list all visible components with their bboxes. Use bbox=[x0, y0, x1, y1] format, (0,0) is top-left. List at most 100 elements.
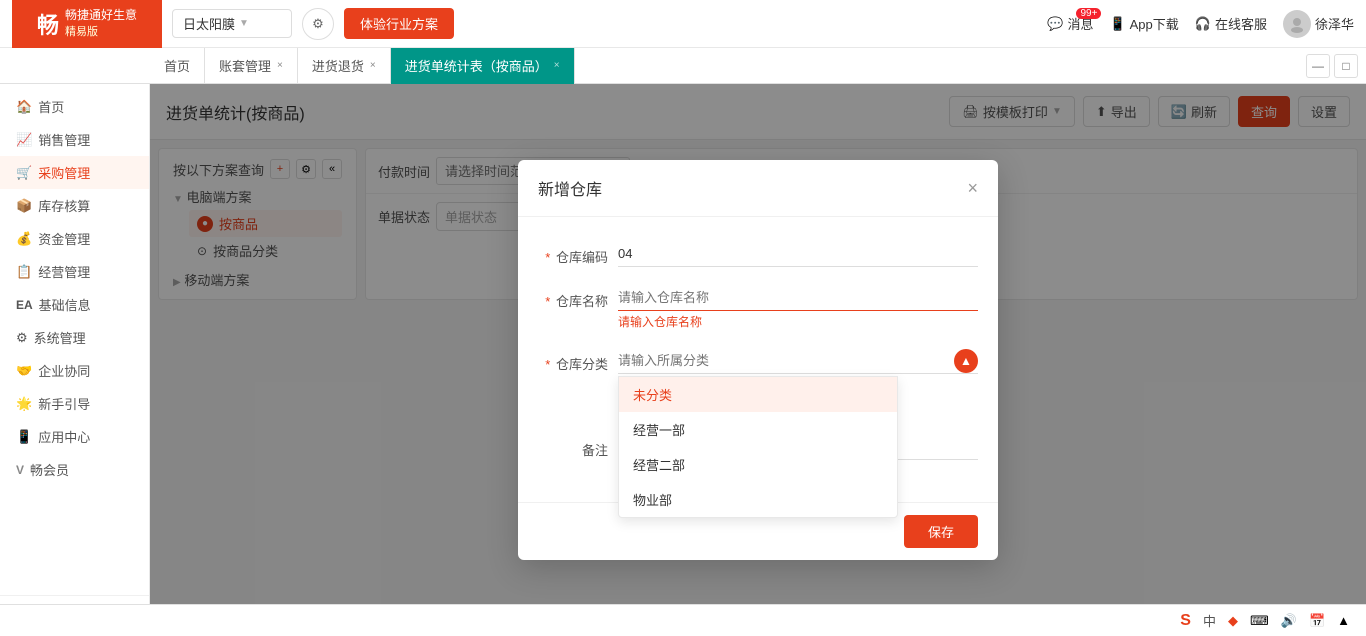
app-download-button[interactable]: 📱 App下载 bbox=[1109, 14, 1178, 33]
required-mark-3: * bbox=[545, 357, 550, 372]
sidebar-item-operations[interactable]: 📋 经营管理 bbox=[0, 255, 149, 288]
form-row-category: * 仓库分类 ▲ 未分类 经营 bbox=[538, 348, 978, 374]
message-icon: 💬 bbox=[1047, 16, 1063, 32]
category-select-wrapper: ▲ 未分类 经营一部 经营二部 物业部 bbox=[618, 348, 978, 374]
category-dropdown: 未分类 经营一部 经营二部 物业部 bbox=[618, 376, 898, 518]
message-badge: 99+ bbox=[1076, 8, 1101, 19]
sidebar-item-system[interactable]: ⚙ 系统管理 bbox=[0, 321, 149, 354]
tab-accounts-close[interactable]: × bbox=[277, 60, 283, 71]
tab-stats-close[interactable]: × bbox=[554, 60, 560, 71]
ea-icon: EA bbox=[16, 298, 33, 312]
purchase-icon: 🛒 bbox=[16, 165, 32, 181]
name-error-msg: 请输入仓库名称 bbox=[618, 313, 978, 330]
diamond-icon: ◆ bbox=[1228, 613, 1238, 629]
phone-icon: 📱 bbox=[1109, 16, 1125, 32]
gear-icon: ⚙ bbox=[312, 16, 324, 32]
brand-s-icon: S bbox=[1180, 612, 1191, 630]
top-bar: 畅 畅捷通好生意 精易版 日太阳膜 ▼ ⚙ 体验行业方案 💬 消息 99+ 📱 … bbox=[0, 0, 1366, 48]
volume-icon[interactable]: 🔊 bbox=[1281, 613, 1297, 629]
nav-tree: 🏠 首页 📈 销售管理 🛒 采购管理 📦 库存核算 💰 资金管理 bbox=[0, 84, 149, 492]
code-field bbox=[618, 241, 978, 267]
guide-icon: 🌟 bbox=[16, 396, 32, 412]
tab-home[interactable]: 首页 bbox=[150, 48, 205, 84]
tab-stats[interactable]: 进货单统计表（按商品） × bbox=[391, 48, 575, 84]
warehouse-name-input[interactable] bbox=[618, 285, 978, 311]
tab-returns-label: 进货退货 bbox=[312, 56, 364, 75]
top-right-area: 💬 消息 99+ 📱 App下载 🎧 在线客服 徐泽华 bbox=[1047, 10, 1354, 38]
dropdown-item-dept1[interactable]: 经营一部 bbox=[619, 412, 897, 447]
tab-maximize-button[interactable]: □ bbox=[1334, 54, 1358, 78]
category-select-input[interactable] bbox=[618, 348, 978, 374]
sidebar-item-guide[interactable]: 🌟 新手引导 bbox=[0, 387, 149, 420]
required-mark: * bbox=[545, 250, 550, 265]
main-layout: 🏠 首页 📈 销售管理 🛒 采购管理 📦 库存核算 💰 资金管理 bbox=[0, 84, 1366, 636]
sidebar-item-purchase[interactable]: 🛒 采购管理 bbox=[0, 156, 149, 189]
chevron-up-icon: ▲ bbox=[960, 354, 972, 368]
inventory-icon: 📦 bbox=[16, 198, 32, 214]
avatar bbox=[1283, 10, 1311, 38]
form-row-name: * 仓库名称 请输入仓库名称 bbox=[538, 285, 978, 330]
store-name: 日太阳膜 bbox=[183, 14, 235, 33]
dialog-body: * 仓库编码 * 仓库名称 bbox=[518, 217, 998, 502]
modal-overlay: 新增仓库 × * 仓库编码 bbox=[150, 84, 1366, 636]
code-label: * 仓库编码 bbox=[538, 241, 618, 266]
sidebar-item-finance[interactable]: 💰 资金管理 bbox=[0, 222, 149, 255]
dropdown-item-dept2[interactable]: 经营二部 bbox=[619, 447, 897, 482]
sidebar-item-inventory[interactable]: 📦 库存核算 bbox=[0, 189, 149, 222]
apps-icon: 📱 bbox=[16, 429, 32, 445]
enterprise-icon: 🤝 bbox=[16, 363, 32, 379]
headset-icon: 🎧 bbox=[1195, 16, 1211, 32]
logo-area: 畅 畅捷通好生意 精易版 bbox=[12, 0, 162, 48]
lang-icon: 中 bbox=[1203, 611, 1216, 630]
category-toggle-button[interactable]: ▲ bbox=[954, 349, 978, 373]
user-button[interactable]: 徐泽华 bbox=[1283, 10, 1354, 38]
form-row-code: * 仓库编码 bbox=[538, 241, 978, 267]
sidebar-item-basic-info[interactable]: EA 基础信息 bbox=[0, 288, 149, 321]
tab-returns[interactable]: 进货退货 × bbox=[298, 48, 391, 84]
tab-accounts[interactable]: 账套管理 × bbox=[205, 48, 298, 84]
try-industry-button[interactable]: 体验行业方案 bbox=[344, 8, 454, 39]
dropdown-item-property[interactable]: 物业部 bbox=[619, 482, 897, 517]
home-icon: 🏠 bbox=[16, 99, 32, 115]
logo-icon: 畅 bbox=[37, 8, 59, 40]
sidebar-item-enterprise[interactable]: 🤝 企业协同 bbox=[0, 354, 149, 387]
chevron-down-icon: ▼ bbox=[239, 18, 249, 29]
tab-returns-close[interactable]: × bbox=[370, 60, 376, 71]
content-area: 进货单统计(按商品) 🖨 按模板打印 ▼ ⬆ 导出 🔄 刷新 bbox=[150, 84, 1366, 636]
dialog-title: 新增仓库 bbox=[538, 176, 602, 200]
operations-icon: 📋 bbox=[16, 264, 32, 280]
task-icon[interactable]: ▲ bbox=[1337, 613, 1350, 628]
system-icon: ⚙ bbox=[16, 330, 28, 346]
name-label: * 仓库名称 bbox=[538, 285, 618, 310]
store-select[interactable]: 日太阳膜 ▼ bbox=[172, 9, 292, 38]
category-label: * 仓库分类 bbox=[538, 348, 618, 373]
warehouse-code-input[interactable] bbox=[618, 241, 978, 267]
finance-icon: 💰 bbox=[16, 231, 32, 247]
note-label: 备注 bbox=[538, 434, 618, 459]
sidebar-item-apps[interactable]: 📱 应用中心 bbox=[0, 420, 149, 453]
logo-sub: 精易版 bbox=[65, 23, 137, 39]
keyboard-icon[interactable]: ⌨ bbox=[1250, 613, 1269, 629]
tab-accounts-label: 账套管理 bbox=[219, 56, 271, 75]
tab-actions: — □ bbox=[1306, 54, 1366, 78]
vip-icon: V bbox=[16, 463, 24, 477]
sidebar: 🏠 首页 📈 销售管理 🛒 采购管理 📦 库存核算 💰 资金管理 bbox=[0, 84, 150, 636]
sidebar-item-home[interactable]: 🏠 首页 bbox=[0, 90, 149, 123]
dialog-close-button[interactable]: × bbox=[967, 179, 978, 197]
gear-button[interactable]: ⚙ bbox=[302, 8, 334, 40]
required-mark-2: * bbox=[545, 294, 550, 309]
message-button[interactable]: 💬 消息 99+ bbox=[1047, 14, 1093, 33]
online-service-button[interactable]: 🎧 在线客服 bbox=[1195, 14, 1267, 33]
dropdown-item-uncategorized[interactable]: 未分类 bbox=[619, 377, 897, 412]
name-field: 请输入仓库名称 bbox=[618, 285, 978, 330]
tab-home-label: 首页 bbox=[164, 56, 190, 75]
sidebar-item-sales[interactable]: 📈 销售管理 bbox=[0, 123, 149, 156]
tab-stats-label: 进货单统计表（按商品） bbox=[405, 56, 548, 75]
tab-bar: 首页 账套管理 × 进货退货 × 进货单统计表（按商品） × — □ bbox=[0, 48, 1366, 84]
save-button[interactable]: 保存 bbox=[904, 515, 978, 548]
sidebar-item-vip[interactable]: V 畅会员 bbox=[0, 453, 149, 486]
calendar-icon[interactable]: 📅 bbox=[1309, 613, 1325, 629]
dialog-header: 新增仓库 × bbox=[518, 160, 998, 217]
status-bar: S 中 ◆ ⌨ 🔊 📅 ▲ bbox=[0, 604, 1366, 636]
tab-minimize-button[interactable]: — bbox=[1306, 54, 1330, 78]
